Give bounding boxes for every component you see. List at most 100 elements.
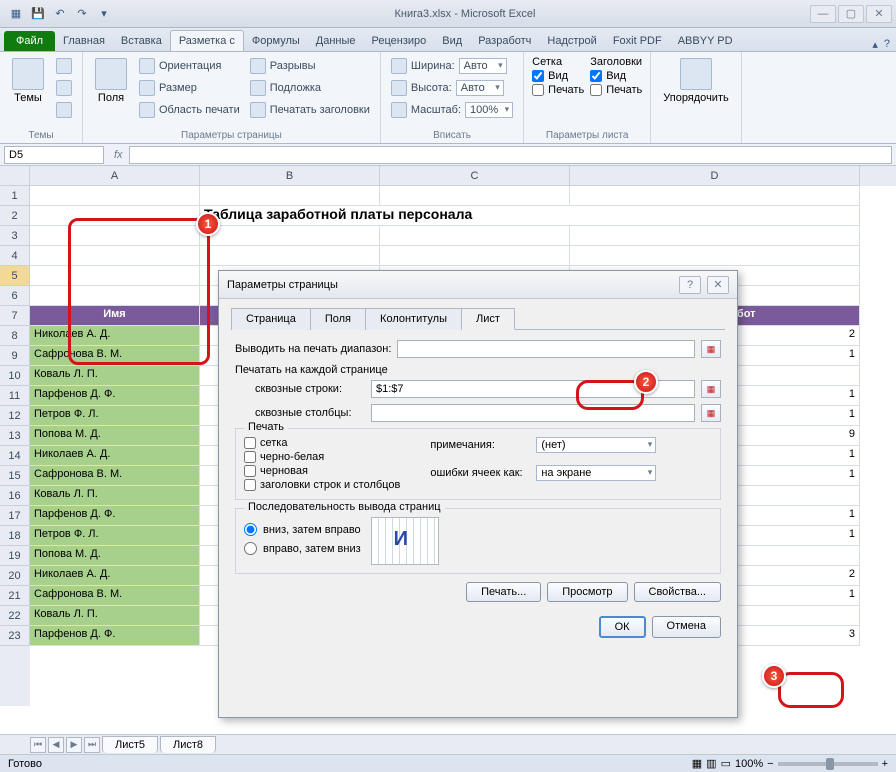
cell[interactable] xyxy=(380,226,570,246)
name-cell[interactable]: Парфенов Д. Ф. xyxy=(30,386,200,406)
gridlines-checkbox[interactable]: сетка xyxy=(244,437,400,449)
ribbon-minimize-icon[interactable]: ▴ xyxy=(872,38,878,51)
cell[interactable] xyxy=(200,186,380,206)
view-normal-icon[interactable]: ▦ xyxy=(692,757,702,770)
sheet-nav-next-icon[interactable]: ▶ xyxy=(66,737,82,753)
preview-button[interactable]: Просмотр xyxy=(547,582,627,602)
dialog-tab-page[interactable]: Страница xyxy=(231,308,311,330)
name-cell[interactable]: Коваль Л. П. xyxy=(30,366,200,386)
name-box[interactable]: D5 xyxy=(4,146,104,164)
rowcol-headers-checkbox[interactable]: заголовки строк и столбцов xyxy=(244,479,400,491)
cell[interactable] xyxy=(30,206,200,226)
size-button[interactable]: Размер xyxy=(137,78,242,98)
column-header[interactable]: C xyxy=(380,166,570,186)
column-header[interactable]: B xyxy=(200,166,380,186)
dialog-close-icon[interactable]: ✕ xyxy=(707,276,729,294)
tab-page-layout[interactable]: Разметка с xyxy=(170,30,244,51)
sheet-tab[interactable]: Лист8 xyxy=(160,736,216,753)
print-range-input[interactable] xyxy=(397,340,695,358)
theme-colors-button[interactable] xyxy=(54,56,74,76)
name-cell[interactable]: Сафронова В. М. xyxy=(30,466,200,486)
row-header[interactable]: 23 xyxy=(0,626,30,646)
order-right-radio[interactable]: вправо, затем вниз xyxy=(244,542,361,555)
name-cell[interactable]: Николаев А. Д. xyxy=(30,326,200,346)
dialog-tab-headerfooter[interactable]: Колонтитулы xyxy=(365,308,462,330)
sheet-nav-first-icon[interactable]: ⏮ xyxy=(30,737,46,753)
redo-icon[interactable]: ↷ xyxy=(72,4,92,24)
row-header[interactable]: 22 xyxy=(0,606,30,626)
name-cell[interactable]: Петров Ф. Л. xyxy=(30,526,200,546)
tab-formulas[interactable]: Формулы xyxy=(244,31,308,51)
fit-height-combo[interactable]: Авто xyxy=(456,80,504,96)
row-header[interactable]: 10 xyxy=(0,366,30,386)
tab-insert[interactable]: Вставка xyxy=(113,31,170,51)
row-header[interactable]: 17 xyxy=(0,506,30,526)
theme-effects-button[interactable] xyxy=(54,100,74,120)
help-icon[interactable]: ? xyxy=(884,38,890,51)
cell[interactable] xyxy=(380,186,570,206)
row-header[interactable]: 20 xyxy=(0,566,30,586)
cell[interactable] xyxy=(30,186,200,206)
row-header[interactable]: 11 xyxy=(0,386,30,406)
row-header[interactable]: 8 xyxy=(0,326,30,346)
maximize-icon[interactable]: ▢ xyxy=(838,5,864,23)
name-cell[interactable]: Николаев А. Д. xyxy=(30,566,200,586)
print-titles-button[interactable]: Печатать заголовки xyxy=(248,100,372,120)
row-header[interactable]: 4 xyxy=(0,246,30,266)
cell[interactable] xyxy=(380,246,570,266)
print-area-button[interactable]: Область печати xyxy=(137,100,242,120)
column-header[interactable]: D xyxy=(570,166,860,186)
tab-review[interactable]: Рецензиро xyxy=(364,31,435,51)
headings-print-checkbox[interactable]: Печать xyxy=(590,84,642,96)
properties-button[interactable]: Свойства... xyxy=(634,582,721,602)
tab-abbyy[interactable]: ABBYY PD xyxy=(670,31,741,51)
row-header[interactable]: 3 xyxy=(0,226,30,246)
name-cell[interactable]: Петров Ф. Л. xyxy=(30,406,200,426)
tab-view[interactable]: Вид xyxy=(434,31,470,51)
view-break-icon[interactable]: ▭ xyxy=(721,757,731,770)
errors-combo[interactable]: на экране xyxy=(536,465,656,481)
zoom-out-icon[interactable]: − xyxy=(767,758,773,770)
cell[interactable] xyxy=(200,226,380,246)
row-header[interactable]: 9 xyxy=(0,346,30,366)
tab-data[interactable]: Данные xyxy=(308,31,364,51)
name-cell[interactable]: Николаев А. Д. xyxy=(30,446,200,466)
arrange-button[interactable]: Упорядочить xyxy=(659,56,732,106)
sheet-tab[interactable]: Лист5 xyxy=(102,736,158,753)
fx-icon[interactable]: fx xyxy=(108,149,129,161)
sheet-nav-prev-icon[interactable]: ◀ xyxy=(48,737,64,753)
undo-icon[interactable]: ↶ xyxy=(50,4,70,24)
gridlines-print-checkbox[interactable]: Печать xyxy=(532,84,584,96)
theme-fonts-button[interactable] xyxy=(54,78,74,98)
row-header[interactable]: 14 xyxy=(0,446,30,466)
name-cell[interactable]: Попова М. Д. xyxy=(30,426,200,446)
close-icon[interactable]: ✕ xyxy=(866,5,892,23)
name-cell[interactable]: Парфенов Д. Ф. xyxy=(30,626,200,646)
headings-view-checkbox[interactable]: Вид xyxy=(590,70,642,82)
row-header[interactable]: 21 xyxy=(0,586,30,606)
order-down-radio[interactable]: вниз, затем вправо xyxy=(244,523,361,536)
range-picker-icon[interactable]: ▦ xyxy=(701,340,721,358)
row-header[interactable]: 6 xyxy=(0,286,30,306)
themes-button[interactable]: Темы xyxy=(8,56,48,106)
name-cell[interactable]: Коваль Л. П. xyxy=(30,606,200,626)
qat-dropdown-icon[interactable]: ▾ xyxy=(94,4,114,24)
zoom-slider[interactable] xyxy=(778,762,878,766)
row-header[interactable]: 16 xyxy=(0,486,30,506)
breaks-button[interactable]: Разрывы xyxy=(248,56,372,76)
sheet-nav-last-icon[interactable]: ⏭ xyxy=(84,737,100,753)
cell[interactable] xyxy=(570,246,860,266)
background-button[interactable]: Подложка xyxy=(248,78,372,98)
row-header[interactable]: 1 xyxy=(0,186,30,206)
draft-checkbox[interactable]: черновая xyxy=(244,465,400,477)
tab-foxit[interactable]: Foxit PDF xyxy=(605,31,670,51)
range-picker-icon[interactable]: ▦ xyxy=(701,380,721,398)
cell[interactable] xyxy=(200,246,380,266)
sheet-title-cell[interactable]: Таблица заработной платы персонала xyxy=(200,206,860,226)
column-header[interactable]: A xyxy=(30,166,200,186)
dialog-titlebar[interactable]: Параметры страницы ? ✕ xyxy=(219,271,737,299)
name-cell[interactable]: Парфенов Д. Ф. xyxy=(30,506,200,526)
zoom-in-icon[interactable]: + xyxy=(882,758,888,770)
cancel-button[interactable]: Отмена xyxy=(652,616,721,638)
cols-repeat-input[interactable] xyxy=(371,404,695,422)
